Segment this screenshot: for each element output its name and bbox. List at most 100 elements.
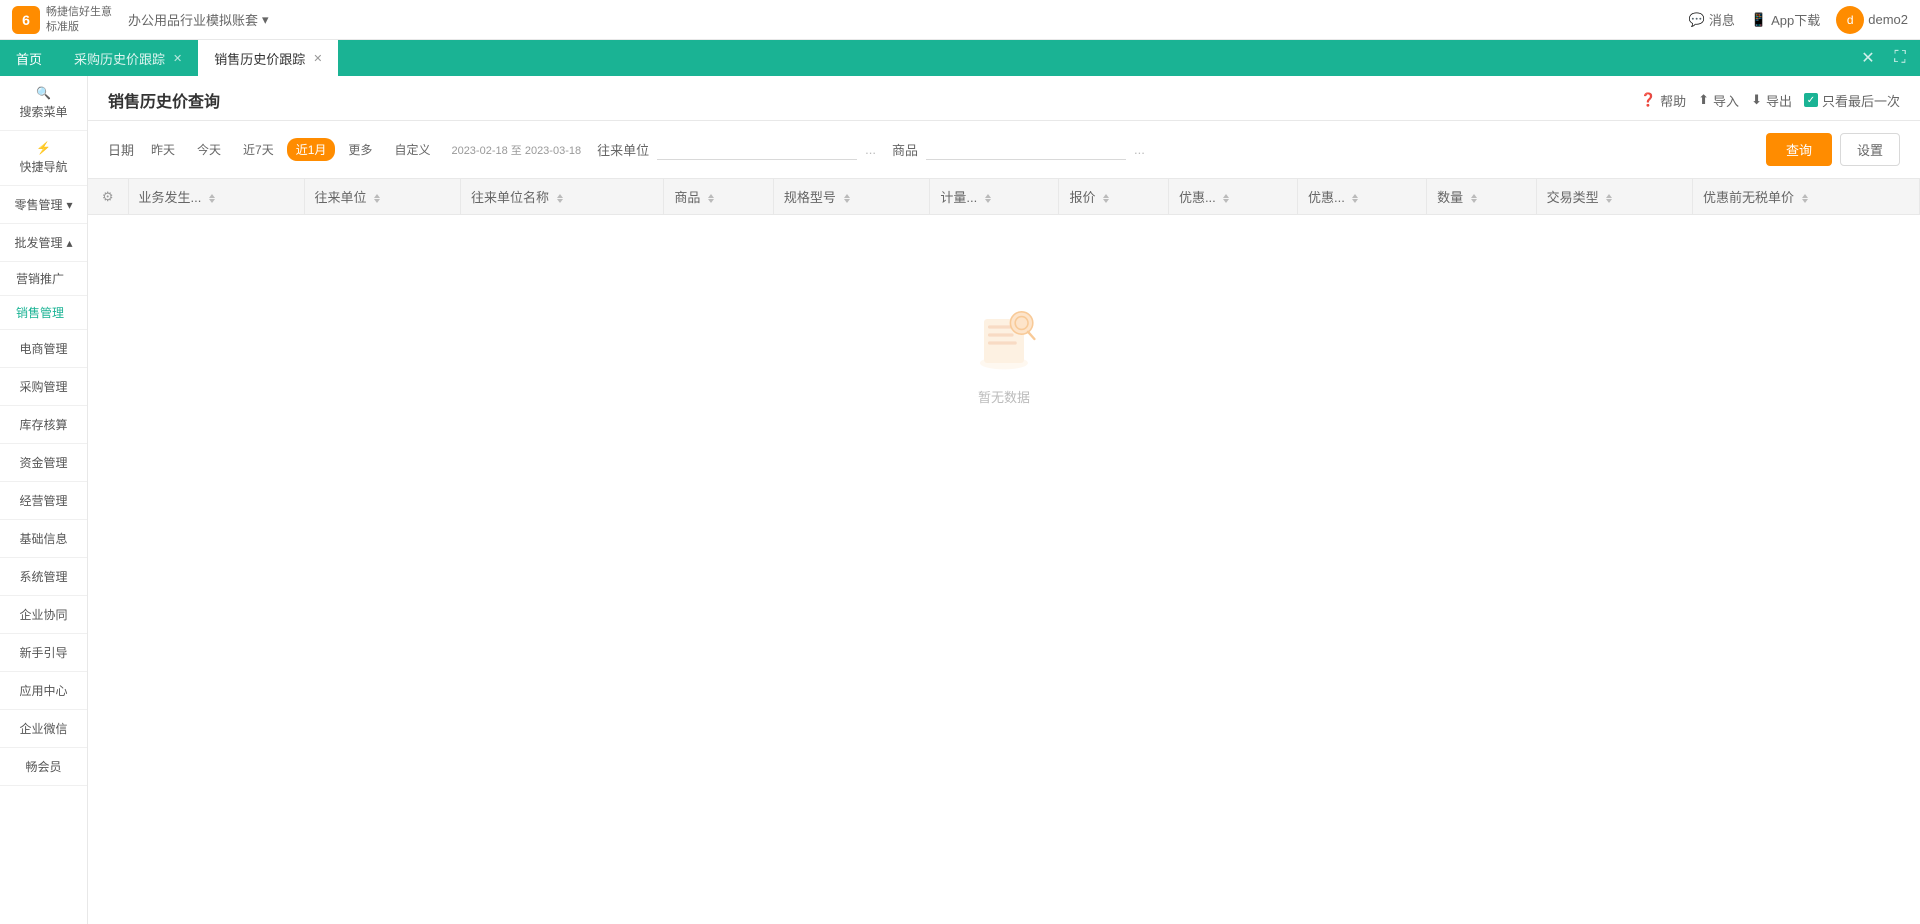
chevron-down-icon: ▾ bbox=[66, 198, 72, 212]
col-product[interactable]: 商品 bbox=[664, 179, 774, 215]
date-btn-7days[interactable]: 近7天 bbox=[234, 138, 283, 161]
date-btn-1month[interactable]: 近1月 bbox=[287, 138, 336, 161]
top-bar-left: 6 畅捷信好生意 标准版 办公用品行业模拟账套 ▾ bbox=[12, 5, 277, 34]
sidebar-item-sales-mgmt[interactable]: 销售管理 bbox=[0, 296, 87, 330]
sort-arrows-trade-type bbox=[1606, 194, 1612, 203]
sort-arrows-product bbox=[708, 194, 714, 203]
product-dots: ... bbox=[1134, 142, 1145, 157]
app-download-btn[interactable]: 📱 App下载 bbox=[1751, 10, 1820, 29]
product-label: 商品 bbox=[892, 140, 918, 159]
sidebar-item-purchase[interactable]: 采购管理 bbox=[0, 368, 87, 406]
empty-state: 暂无数据 bbox=[88, 215, 1920, 486]
col-pretax-price[interactable]: 优惠前无税单价 bbox=[1693, 179, 1920, 215]
col-quantity[interactable]: 数量 bbox=[1427, 179, 1537, 215]
product-filter-group: 商品 ... bbox=[892, 140, 1145, 160]
date-btn-more[interactable]: 更多 bbox=[339, 138, 381, 161]
empty-icon bbox=[964, 295, 1044, 375]
maximize-btn[interactable]: ⛶ bbox=[1888, 46, 1912, 70]
tab-purchase-history[interactable]: 采购历史价跟踪 ✕ bbox=[58, 40, 198, 76]
import-icon: ⬆ bbox=[1698, 92, 1709, 108]
close-tab-sales[interactable]: ✕ bbox=[313, 52, 322, 65]
sidebar-item-inventory[interactable]: 库存核算 bbox=[0, 406, 87, 444]
sidebar-item-ecommerce[interactable]: 电商管理 bbox=[0, 330, 87, 368]
chevron-down-icon: ▾ bbox=[262, 12, 269, 28]
import-btn[interactable]: ⬆ 导入 bbox=[1698, 91, 1739, 110]
sort-arrows-date bbox=[209, 194, 215, 203]
col-unit[interactable]: 计量... bbox=[930, 179, 1059, 215]
date-options: 昨天 今天 近7天 近1月 更多 自定义 bbox=[142, 138, 439, 161]
page-header-actions: ❓ 帮助 ⬆ 导入 ⬇ 导出 ✓ 只看最后一次 bbox=[1640, 91, 1900, 110]
sidebar-item-enterprise-wechat[interactable]: 企业微信 bbox=[0, 710, 87, 748]
date-btn-yesterday[interactable]: 昨天 bbox=[142, 138, 184, 161]
sidebar-item-enterprise[interactable]: 企业协同 bbox=[0, 596, 87, 634]
help-btn[interactable]: ❓ 帮助 bbox=[1640, 91, 1686, 110]
col-date[interactable]: 业务发生... bbox=[128, 179, 304, 215]
sidebar-item-shortcuts[interactable]: ⚡ 快捷导航 bbox=[0, 131, 87, 186]
filter-bar: 日期 昨天 今天 近7天 近1月 更多 自定义 2023-02-18 至 202… bbox=[88, 121, 1920, 179]
col-partner-name[interactable]: 往来单位名称 bbox=[460, 179, 663, 215]
logo-icon: 6 bbox=[12, 6, 40, 34]
close-tab-purchase[interactable]: ✕ bbox=[173, 52, 182, 65]
sort-arrows-partner-code bbox=[374, 194, 380, 203]
sidebar-item-retail[interactable]: 零售管理 ▾ bbox=[0, 186, 87, 224]
tabs-bar: 首页 采购历史价跟踪 ✕ 销售历史价跟踪 ✕ ✕ ⛶ bbox=[0, 40, 1920, 76]
last-only-toggle[interactable]: ✓ 只看最后一次 bbox=[1804, 91, 1900, 110]
sidebar-item-guide[interactable]: 新手引导 bbox=[0, 634, 87, 672]
avatar: d bbox=[1836, 6, 1864, 34]
sort-arrows-price bbox=[1103, 194, 1109, 203]
partner-label: 往来单位 bbox=[597, 140, 649, 159]
workspace-selector[interactable]: 办公用品行业模拟账套 ▾ bbox=[120, 6, 277, 33]
date-btn-custom[interactable]: 自定义 bbox=[385, 138, 439, 161]
top-bar: 6 畅捷信好生意 标准版 办公用品行业模拟账套 ▾ 💬 消息 📱 App下载 d… bbox=[0, 0, 1920, 40]
export-icon: ⬇ bbox=[1751, 92, 1762, 108]
sidebar-item-wholesale[interactable]: 批发管理 ▴ bbox=[0, 224, 87, 262]
col-spec[interactable]: 规格型号 bbox=[773, 179, 929, 215]
product-input[interactable] bbox=[926, 140, 1126, 160]
empty-text: 暂无数据 bbox=[978, 387, 1030, 406]
sidebar-item-marketing[interactable]: 营销推广 bbox=[0, 262, 87, 296]
sort-arrows-partner-name bbox=[557, 194, 563, 203]
tab-sales-history[interactable]: 销售历史价跟踪 ✕ bbox=[198, 40, 338, 76]
logo-area: 6 畅捷信好生意 标准版 bbox=[12, 5, 112, 34]
app-download-icon: 📱 bbox=[1751, 12, 1767, 28]
search-icon: 🔍 bbox=[36, 86, 51, 100]
settings-button[interactable]: 设置 bbox=[1840, 133, 1900, 166]
date-filter-group: 日期 昨天 今天 近7天 近1月 更多 自定义 2023-02-18 至 202… bbox=[108, 138, 581, 161]
col-discount2[interactable]: 优惠... bbox=[1298, 179, 1427, 215]
date-label: 日期 bbox=[108, 140, 134, 159]
sidebar-item-basic-info[interactable]: 基础信息 bbox=[0, 520, 87, 558]
sidebar-item-system[interactable]: 系统管理 bbox=[0, 558, 87, 596]
sidebar-item-operations[interactable]: 经营管理 bbox=[0, 482, 87, 520]
close-all-tabs-btn[interactable]: ✕ bbox=[1856, 46, 1880, 70]
main-layout: 🔍 搜索菜单 ⚡ 快捷导航 零售管理 ▾ 批发管理 ▴ 营销推广 销售管理 电商… bbox=[0, 76, 1920, 924]
partner-input[interactable] bbox=[657, 140, 857, 160]
table-container: ⚙ 业务发生... 往来单位 bbox=[88, 179, 1920, 924]
checkbox-icon: ✓ bbox=[1804, 93, 1818, 107]
action-buttons: 查询 设置 bbox=[1766, 133, 1900, 166]
sort-arrows-discount2 bbox=[1352, 194, 1358, 203]
sidebar-item-app-center[interactable]: 应用中心 bbox=[0, 672, 87, 710]
col-partner-code[interactable]: 往来单位 bbox=[304, 179, 460, 215]
col-price[interactable]: 报价 bbox=[1059, 179, 1169, 215]
export-btn[interactable]: ⬇ 导出 bbox=[1751, 91, 1792, 110]
message-btn[interactable]: 💬 消息 bbox=[1689, 10, 1735, 29]
partner-dots: ... bbox=[865, 142, 876, 157]
table-settings-col[interactable]: ⚙ bbox=[88, 179, 128, 215]
sidebar-item-finance[interactable]: 资金管理 bbox=[0, 444, 87, 482]
sidebar-item-search[interactable]: 🔍 搜索菜单 bbox=[0, 76, 87, 131]
partner-filter-group: 往来单位 ... bbox=[597, 140, 876, 160]
col-trade-type[interactable]: 交易类型 bbox=[1536, 179, 1692, 215]
sort-arrows-unit bbox=[985, 194, 991, 203]
sort-arrows-discount1 bbox=[1223, 194, 1229, 203]
sidebar-item-member[interactable]: 畅会员 bbox=[0, 748, 87, 786]
data-table: ⚙ 业务发生... 往来单位 bbox=[88, 179, 1920, 215]
top-bar-right: 💬 消息 📱 App下载 d demo2 bbox=[1689, 6, 1908, 34]
help-icon: ❓ bbox=[1640, 92, 1656, 108]
tab-home[interactable]: 首页 bbox=[0, 40, 58, 76]
user-menu[interactable]: d demo2 bbox=[1836, 6, 1908, 34]
col-discount1[interactable]: 优惠... bbox=[1168, 179, 1297, 215]
page-title: 销售历史价查询 bbox=[108, 88, 220, 112]
date-btn-today[interactable]: 今天 bbox=[188, 138, 230, 161]
shortcuts-icon: ⚡ bbox=[36, 141, 51, 155]
query-button[interactable]: 查询 bbox=[1766, 133, 1832, 166]
